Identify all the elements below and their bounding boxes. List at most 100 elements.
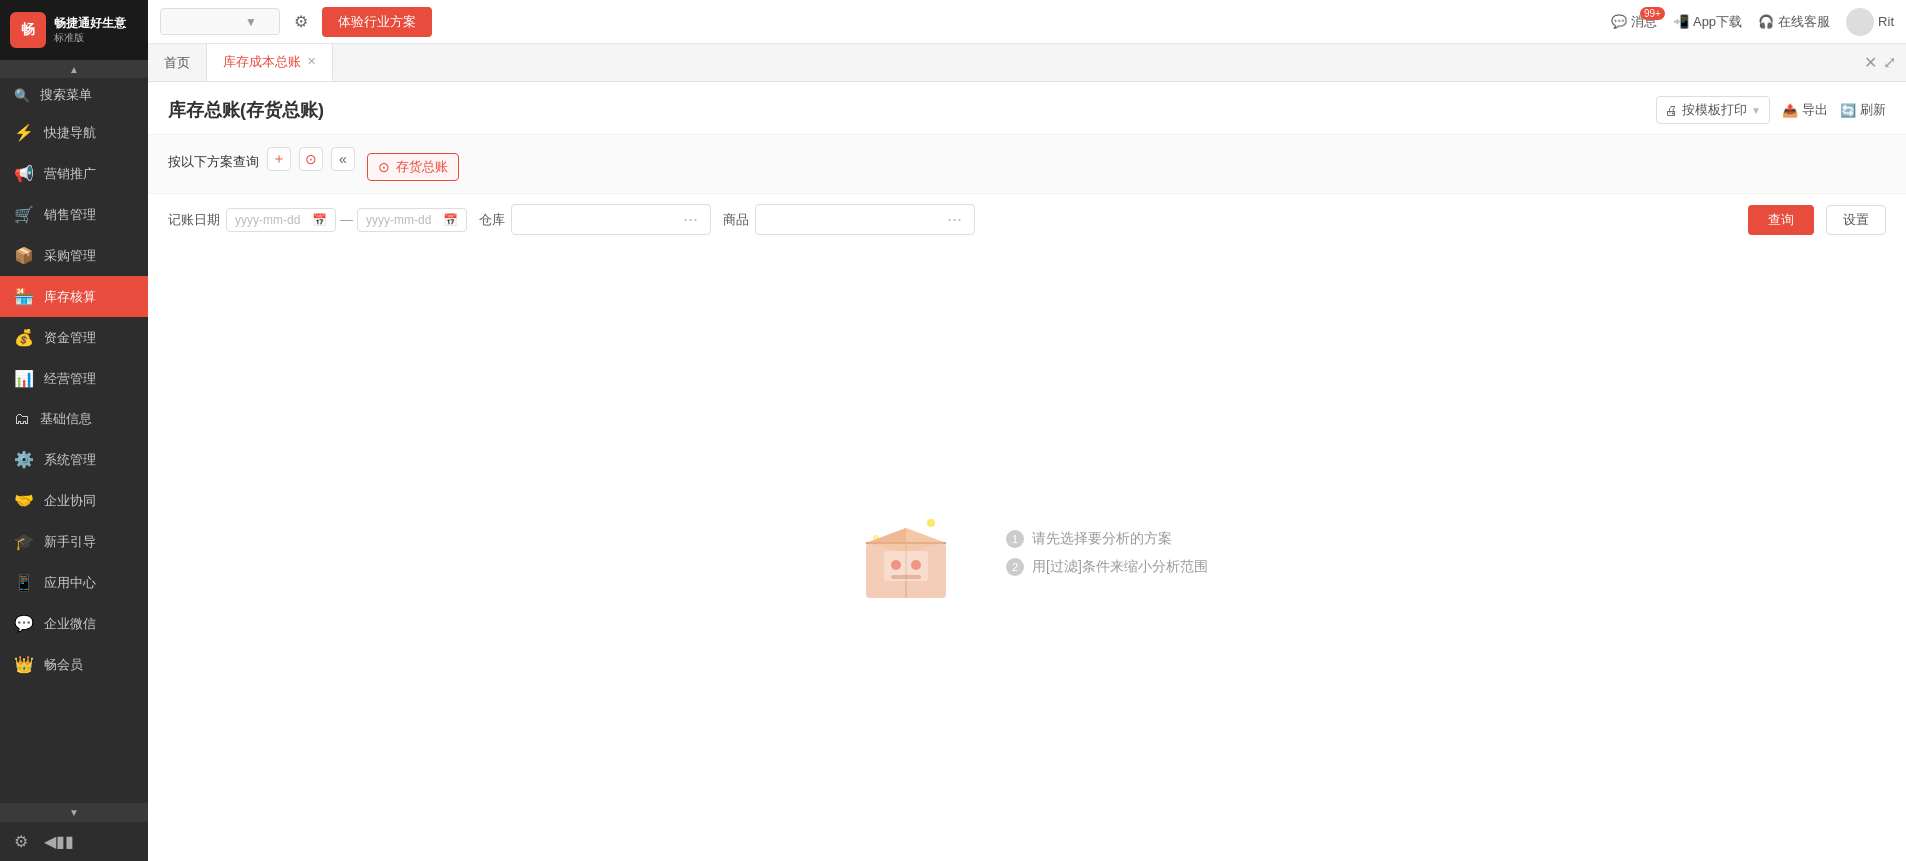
filter-scheme-icon: ⊙	[378, 159, 390, 175]
sidebar-item-label: 快捷导航	[44, 124, 96, 142]
warehouse-input[interactable]: ···	[511, 204, 711, 235]
logo-icon: 畅	[10, 12, 46, 48]
operation-icon: 📊	[14, 369, 34, 388]
refresh-label: 刷新	[1860, 101, 1886, 119]
wechat-icon: 💬	[14, 614, 34, 633]
refresh-btn[interactable]: 🔄 刷新	[1840, 101, 1886, 119]
print-btn[interactable]: 🖨 按模板打印 ▼	[1656, 96, 1770, 124]
print-dropdown-icon: ▼	[1751, 105, 1761, 116]
date-end-placeholder: yyyy-mm-dd	[366, 213, 431, 227]
sidebar-item-basic[interactable]: 🗂 基础信息	[0, 399, 148, 439]
tab-close-panel-icon[interactable]: ✕	[1864, 53, 1877, 72]
page-title: 库存总账(存货总账)	[168, 98, 324, 122]
content-area: 库存总账(存货总账) 🖨 按模板打印 ▼ 📤 导出 🔄 刷新	[148, 82, 1906, 861]
settings-btn[interactable]: 设置	[1826, 205, 1886, 235]
scroll-up-arrow[interactable]: ▲	[0, 60, 148, 78]
goods-more-icon[interactable]: ···	[943, 209, 966, 230]
messages-badge: 99+	[1640, 7, 1665, 20]
sidebar: 畅 畅捷通好生意 标准版 ▲ 🔍 搜索菜单 ⚡ 快捷导航 📢 营销推广 🛒 销售…	[0, 0, 148, 861]
tab-inventory-cost[interactable]: 库存成本总账 ✕	[207, 44, 333, 81]
user-btn[interactable]: Rit	[1846, 8, 1894, 36]
app-download-icon: 📲	[1673, 14, 1689, 29]
sidebar-item-label: 新手引导	[44, 533, 96, 551]
sidebar-item-label: 企业协同	[44, 492, 96, 510]
sidebar-item-shortcut[interactable]: ⚡ 快捷导航	[0, 112, 148, 153]
date-separator: —	[340, 212, 353, 227]
sidebar-item-system[interactable]: ⚙️ 系统管理	[0, 439, 148, 480]
online-service-btn[interactable]: 🎧 在线客服	[1758, 13, 1830, 31]
industry-btn[interactable]: 体验行业方案	[322, 7, 432, 37]
filter-top-row: 按以下方案查询 ＋ ⊙ «	[168, 147, 355, 171]
tab-right-controls: ✕ ⤢	[1854, 53, 1906, 72]
service-icon: 🎧	[1758, 14, 1774, 29]
scheme-selector[interactable]: ▼	[160, 8, 280, 35]
tab-home[interactable]: 首页	[148, 44, 207, 81]
empty-hint-2: 2 用[过滤]条件来缩小分析范围	[1006, 558, 1208, 576]
date-start-input[interactable]: yyyy-mm-dd 📅	[226, 208, 336, 232]
shortcut-icon: ⚡	[14, 123, 34, 142]
finance-icon: 💰	[14, 328, 34, 347]
tab-inventory-cost-label: 库存成本总账	[223, 53, 301, 71]
sidebar-search[interactable]: 🔍 搜索菜单	[0, 78, 148, 112]
export-btn[interactable]: 📤 导出	[1782, 101, 1828, 119]
svg-rect-11	[891, 575, 921, 579]
calendar-start-icon[interactable]: 📅	[312, 213, 327, 227]
sidebar-item-sales[interactable]: 🛒 销售管理	[0, 194, 148, 235]
message-icon: 💬	[1611, 14, 1627, 29]
newbie-icon: 🎓	[14, 532, 34, 551]
empty-hint-2-label: 用[过滤]条件来缩小分析范围	[1032, 558, 1208, 576]
filter-collapse-btn[interactable]: «	[331, 147, 355, 171]
search-btn[interactable]: 查询	[1748, 205, 1814, 235]
sales-icon: 🛒	[14, 205, 34, 224]
sidebar-item-marketing[interactable]: 📢 营销推广	[0, 153, 148, 194]
sidebar-item-inventory[interactable]: 🏪 库存核算	[0, 276, 148, 317]
date-end-input[interactable]: yyyy-mm-dd 📅	[357, 208, 467, 232]
empty-text: 1 请先选择要分析的方案 2 用[过滤]条件来缩小分析范围	[1006, 530, 1208, 576]
sidebar-item-finance[interactable]: 💰 资金管理	[0, 317, 148, 358]
empty-state: 1 请先选择要分析的方案 2 用[过滤]条件来缩小分析范围	[148, 245, 1906, 861]
filter-add-btn[interactable]: ＋	[267, 147, 291, 171]
sidebar-item-newbie[interactable]: 🎓 新手引导	[0, 521, 148, 562]
sidebar-item-label: 资金管理	[44, 329, 96, 347]
svg-point-9	[891, 560, 901, 570]
tab-close-icon[interactable]: ✕	[307, 55, 316, 68]
sidebar-item-purchase[interactable]: 📦 采购管理	[0, 235, 148, 276]
filter-scheme-row: ⊙ 存货总账	[367, 153, 459, 181]
scroll-down-arrow[interactable]: ▼	[0, 803, 148, 821]
apps-icon: 📱	[14, 573, 34, 592]
messages-btn[interactable]: 💬 消息 99+	[1611, 13, 1657, 31]
settings-bottom-icon[interactable]: ⚙	[14, 832, 28, 851]
export-icon: 📤	[1782, 103, 1798, 118]
logo-main-text: 畅捷通好生意	[54, 15, 126, 32]
sidebar-item-wechat[interactable]: 💬 企业微信	[0, 603, 148, 644]
inventory-icon: 🏪	[14, 287, 34, 306]
sidebar-item-apps[interactable]: 📱 应用中心	[0, 562, 148, 603]
warehouse-label: 仓库	[479, 211, 505, 229]
avatar	[1846, 8, 1874, 36]
sidebar-item-label: 应用中心	[44, 574, 96, 592]
topbar: ▼ ⚙ 体验行业方案 💬 消息 99+ 📲 App下载 🎧 在线客服 Rit	[148, 0, 1906, 44]
purchase-icon: 📦	[14, 246, 34, 265]
topbar-left: ▼ ⚙ 体验行业方案	[160, 7, 1603, 37]
sidebar-item-label: 采购管理	[44, 247, 96, 265]
warehouse-more-icon[interactable]: ···	[679, 209, 702, 230]
filter-bar: 按以下方案查询 ＋ ⊙ « ⊙ 存货总账	[148, 135, 1906, 194]
logo-sub-text: 标准版	[54, 31, 126, 45]
sidebar-item-label: 畅会员	[44, 656, 83, 674]
filter-settings-btn[interactable]: ⊙	[299, 147, 323, 171]
app-download-btn[interactable]: 📲 App下载	[1673, 13, 1742, 31]
sidebar-item-operation[interactable]: 📊 经营管理	[0, 358, 148, 399]
goods-input[interactable]: ···	[755, 204, 975, 235]
sidebar-scroll: 🔍 搜索菜单 ⚡ 快捷导航 📢 营销推广 🛒 销售管理 📦 采购管理 🏪 库存核…	[0, 78, 148, 803]
sidebar-bottom: ⚙ ◀▮▮	[0, 821, 148, 861]
sidebar-item-label: 营销推广	[44, 165, 96, 183]
sidebar-item-cooperation[interactable]: 🤝 企业协同	[0, 480, 148, 521]
filter-scheme-item[interactable]: ⊙ 存货总账	[367, 153, 459, 181]
gear-button[interactable]: ⚙	[286, 7, 316, 37]
sidebar-item-vip[interactable]: 👑 畅会员	[0, 644, 148, 685]
tab-expand-icon[interactable]: ⤢	[1883, 53, 1896, 72]
system-icon: ⚙️	[14, 450, 34, 469]
sound-bottom-icon[interactable]: ◀▮▮	[44, 832, 74, 851]
calendar-end-icon[interactable]: 📅	[443, 213, 458, 227]
sidebar-item-label: 企业微信	[44, 615, 96, 633]
